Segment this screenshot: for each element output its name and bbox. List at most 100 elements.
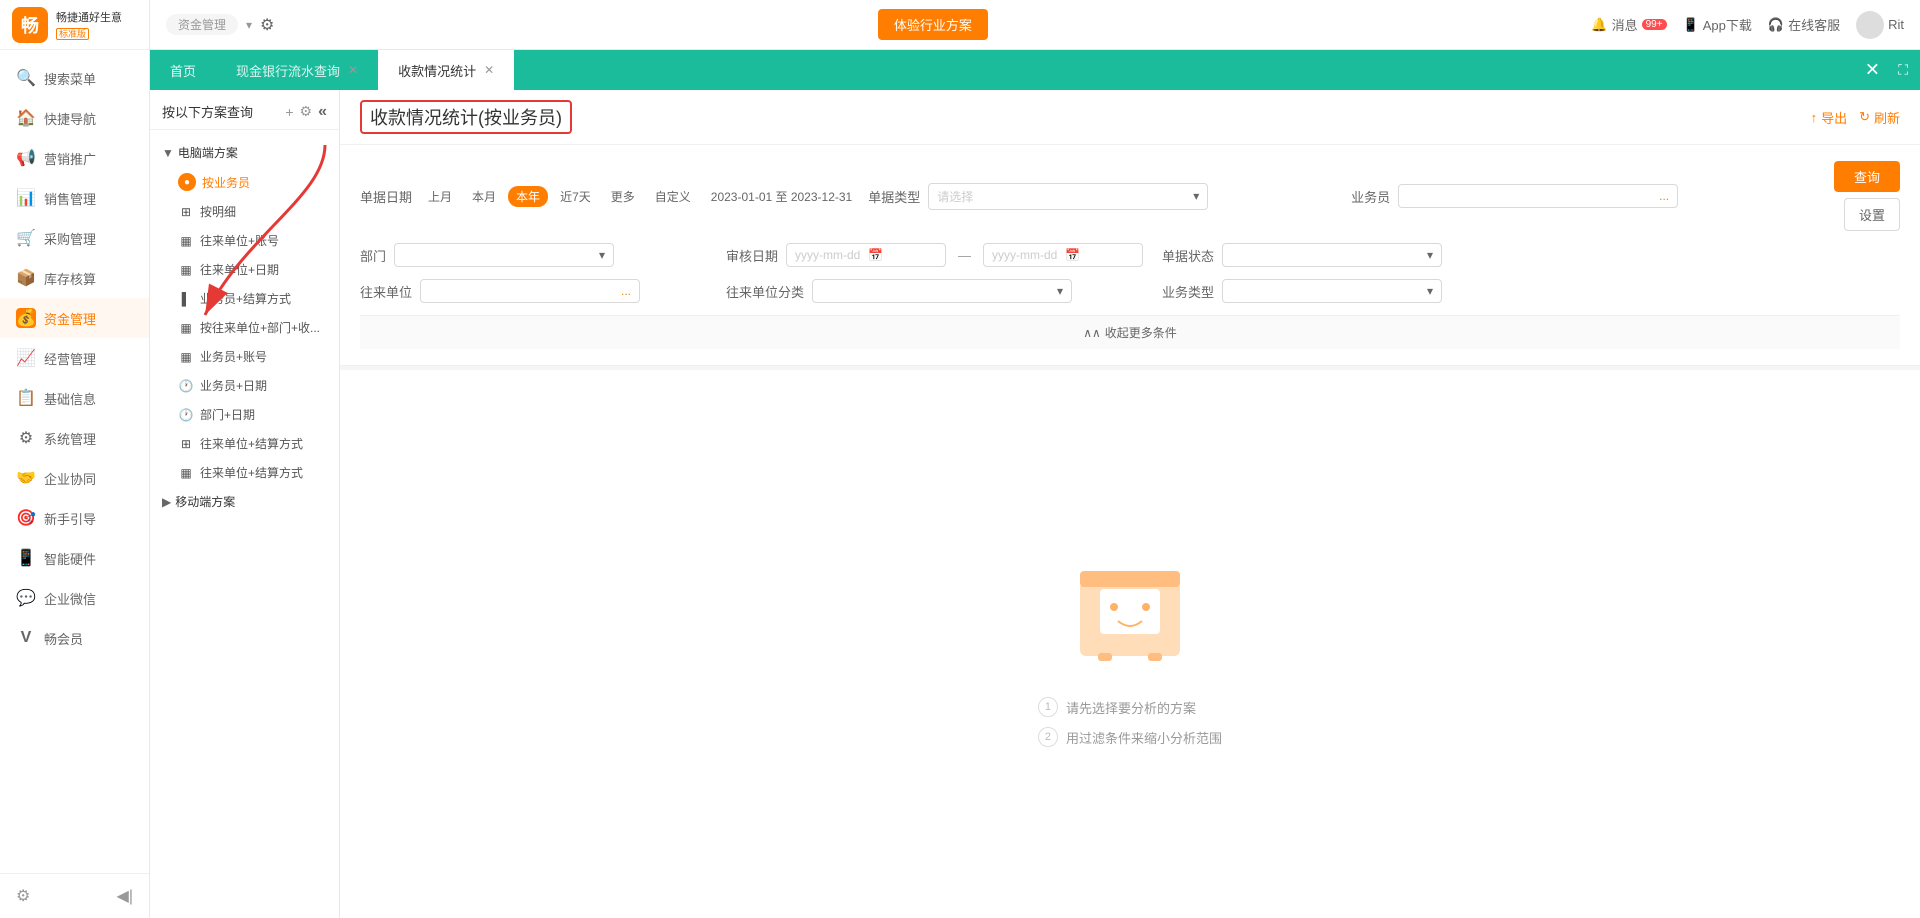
dept-select[interactable]: ▾ bbox=[394, 243, 614, 267]
scheme-group-mobile-label: 移动端方案 bbox=[175, 493, 235, 510]
scheme-item-unit-dept[interactable]: ▦ 按往来单位+部门+收... bbox=[150, 313, 339, 342]
scheme-item-dept-date[interactable]: 🕐 部门+日期 bbox=[150, 400, 339, 429]
biz-type-select[interactable]: ▾ bbox=[1222, 279, 1442, 303]
empty-illustration bbox=[1060, 531, 1200, 661]
query-btn[interactable]: 查询 bbox=[1834, 161, 1900, 192]
collapse-panel-btn[interactable]: « bbox=[318, 103, 327, 121]
search-icon: 🔍 bbox=[16, 68, 36, 88]
topbar-settings-icon[interactable]: ⚙ bbox=[260, 15, 274, 35]
tabbar-expand-btn[interactable]: ⛶ bbox=[1898, 62, 1908, 79]
sidebar-item-wechat-label: 企业微信 bbox=[44, 589, 96, 608]
sidebar-item-system[interactable]: ⚙ 系统管理 bbox=[0, 418, 149, 458]
app-label: App下载 bbox=[1703, 15, 1752, 34]
unit-category-select[interactable]: ▾ bbox=[812, 279, 1072, 303]
filter-row-1: 单据日期 上月 本月 本年 近7天 更多 自定义 2023-01-01 至 20… bbox=[360, 161, 1900, 231]
scheme-item-unit-date-label: 往来单位+日期 bbox=[200, 261, 279, 278]
add-scheme-btn[interactable]: + bbox=[285, 104, 293, 120]
scheme-item-bystaff[interactable]: ● 按业务员 bbox=[150, 167, 339, 197]
sidebar-item-operation[interactable]: 📈 经营管理 bbox=[0, 338, 149, 378]
sidebar-item-guide[interactable]: 🎯 新手引导 bbox=[0, 498, 149, 538]
scheme-item-unit-dept-label: 按往来单位+部门+收... bbox=[200, 319, 320, 336]
audit-date-to-input[interactable]: yyyy-mm-dd 📅 bbox=[983, 243, 1143, 267]
app-download-btn[interactable]: 📱 App下载 bbox=[1683, 15, 1752, 34]
sidebar-item-quicknav-label: 快捷导航 bbox=[44, 109, 96, 128]
staff-filter-label: 业务员 bbox=[1351, 187, 1390, 206]
date-tab-more[interactable]: 更多 bbox=[603, 186, 643, 207]
scheme-item-staff-account[interactable]: ▦ 业务员+账号 bbox=[150, 342, 339, 371]
date-range-display: 2023-01-01 至 2023-12-31 bbox=[711, 188, 852, 205]
unit-category-label: 往来单位分类 bbox=[726, 282, 804, 301]
date-tab-7days[interactable]: 近7天 bbox=[552, 186, 599, 207]
sidebar-collapse-btn[interactable]: ◀| bbox=[117, 886, 133, 906]
right-panel: 收款情况统计(按业务员) ↑ 导出 ↻ 刷新 bbox=[340, 90, 1920, 918]
unit-select[interactable]: ... bbox=[420, 279, 640, 303]
export-icon: ↑ bbox=[1811, 110, 1818, 125]
date-tab-custom[interactable]: 自定义 bbox=[647, 186, 699, 207]
table4-icon: ▦ bbox=[178, 349, 194, 365]
sidebar-item-purchase[interactable]: 🛒 采购管理 bbox=[0, 218, 149, 258]
sidebar-item-basic[interactable]: 📋 基础信息 bbox=[0, 378, 149, 418]
staff-more-icon[interactable]: ... bbox=[1659, 189, 1669, 203]
scheme-item-staff-date-label: 业务员+日期 bbox=[200, 377, 267, 394]
tab-home[interactable]: 首页 bbox=[150, 50, 216, 90]
tab-bank-close[interactable]: ✕ bbox=[348, 63, 358, 77]
date-tab-lastmonth[interactable]: 上月 bbox=[420, 186, 460, 207]
staff-select[interactable]: ... bbox=[1398, 184, 1678, 208]
page-actions: ↑ 导出 ↻ 刷新 bbox=[1811, 108, 1900, 127]
doc-status-select[interactable]: ▾ bbox=[1222, 243, 1442, 267]
refresh-btn[interactable]: ↻ 刷新 bbox=[1859, 108, 1900, 127]
sidebar-item-quicknav[interactable]: 🏠 快捷导航 bbox=[0, 98, 149, 138]
sidebar-item-finance[interactable]: 💰 资金管理 bbox=[0, 298, 149, 338]
home-icon: 🏠 bbox=[16, 108, 36, 128]
page-header: 收款情况统计(按业务员) ↑ 导出 ↻ 刷新 bbox=[340, 90, 1920, 145]
message-btn[interactable]: 🔔 消息 99+ bbox=[1591, 15, 1666, 34]
sidebar-item-inventory[interactable]: 📦 库存核算 bbox=[0, 258, 149, 298]
scheme-item-unit-settle1[interactable]: ⊞ 往来单位+结算方式 bbox=[150, 429, 339, 458]
sidebar-item-collab[interactable]: 🤝 企业协同 bbox=[0, 458, 149, 498]
scheme-item-bydetail[interactable]: ⊞ 按明细 bbox=[150, 197, 339, 226]
export-btn[interactable]: ↑ 导出 bbox=[1811, 108, 1848, 127]
scheme-group-mobile-header[interactable]: ▶ 移动端方案 bbox=[150, 487, 339, 516]
tab-receipt-close[interactable]: ✕ bbox=[484, 63, 494, 77]
tab-bank[interactable]: 现金银行流水查询 ✕ bbox=[216, 50, 378, 90]
collab-icon: 🤝 bbox=[16, 468, 36, 488]
scheme-item-unit-account[interactable]: ▦ 往来单位+账号 bbox=[150, 226, 339, 255]
empty-step-2: 2 用过滤条件来缩小分析范围 bbox=[1038, 727, 1222, 747]
calendar-from-icon[interactable]: 📅 bbox=[868, 248, 883, 262]
chevron-right-icon: ▶ bbox=[162, 495, 171, 509]
empty-state: 1 请先选择要分析的方案 2 用过滤条件来缩小分析范围 bbox=[340, 370, 1920, 918]
main-area: 资金管理 ▾ ⚙ 体验行业方案 🔔 消息 99+ 📱 App下载 🎧 在线客服 … bbox=[150, 0, 1920, 918]
sidebar-item-member[interactable]: V 畅会员 bbox=[0, 618, 149, 658]
audit-date-from-input[interactable]: yyyy-mm-dd 📅 bbox=[786, 243, 946, 267]
tabbar-close-btn[interactable]: ✕ bbox=[1865, 60, 1880, 81]
chevron-up-icon: ∧∧ bbox=[1083, 326, 1101, 340]
date-filter: 单据日期 上月 本月 本年 近7天 更多 自定义 2023-01-01 至 20… bbox=[360, 186, 852, 207]
set-btn[interactable]: 设置 bbox=[1844, 198, 1900, 231]
sidebar-item-hardware[interactable]: 📱 智能硬件 bbox=[0, 538, 149, 578]
collapse-conditions-btn[interactable]: ∧∧ 收起更多条件 bbox=[360, 315, 1900, 349]
scheme-group-desktop-header[interactable]: ▼ 电脑端方案 bbox=[150, 138, 339, 167]
user-menu[interactable]: Rit bbox=[1856, 11, 1904, 39]
trial-btn[interactable]: 体验行业方案 bbox=[878, 9, 988, 40]
scheme-item-bydetail-label: 按明细 bbox=[200, 203, 236, 220]
scheme-item-staff-date[interactable]: 🕐 业务员+日期 bbox=[150, 371, 339, 400]
sidebar-item-wechat[interactable]: 💬 企业微信 bbox=[0, 578, 149, 618]
tab-receipt[interactable]: 收款情况统计 ✕ bbox=[378, 50, 514, 90]
marketing-icon: 📢 bbox=[16, 148, 36, 168]
online-service-btn[interactable]: 🎧 在线客服 bbox=[1768, 15, 1840, 34]
sidebar-settings-btn[interactable]: ⚙ bbox=[16, 886, 30, 906]
sidebar-item-sales[interactable]: 📊 销售管理 bbox=[0, 178, 149, 218]
date-tab-thismonth[interactable]: 本月 bbox=[464, 186, 504, 207]
scheme-item-staff-settle[interactable]: ▌ 业务员+结算方式 bbox=[150, 284, 339, 313]
unit-more-icon[interactable]: ... bbox=[621, 284, 631, 298]
scheme-item-unit-settle2[interactable]: ▦ 往来单位+结算方式 bbox=[150, 458, 339, 487]
doc-type-select[interactable]: 请选择 ▾ bbox=[928, 183, 1208, 210]
date-tab-thisyear[interactable]: 本年 bbox=[508, 186, 548, 207]
topbar-right: 🔔 消息 99+ 📱 App下载 🎧 在线客服 Rit bbox=[1591, 11, 1904, 39]
doc-type-filter: 单据类型 请选择 ▾ bbox=[868, 183, 1335, 210]
calendar-to-icon[interactable]: 📅 bbox=[1065, 248, 1080, 262]
sidebar-item-search[interactable]: 🔍 搜索菜单 bbox=[0, 58, 149, 98]
sidebar-item-marketing[interactable]: 📢 营销推广 bbox=[0, 138, 149, 178]
scheme-settings-btn[interactable]: ⚙ bbox=[300, 103, 313, 120]
scheme-item-unit-date[interactable]: ▦ 往来单位+日期 bbox=[150, 255, 339, 284]
